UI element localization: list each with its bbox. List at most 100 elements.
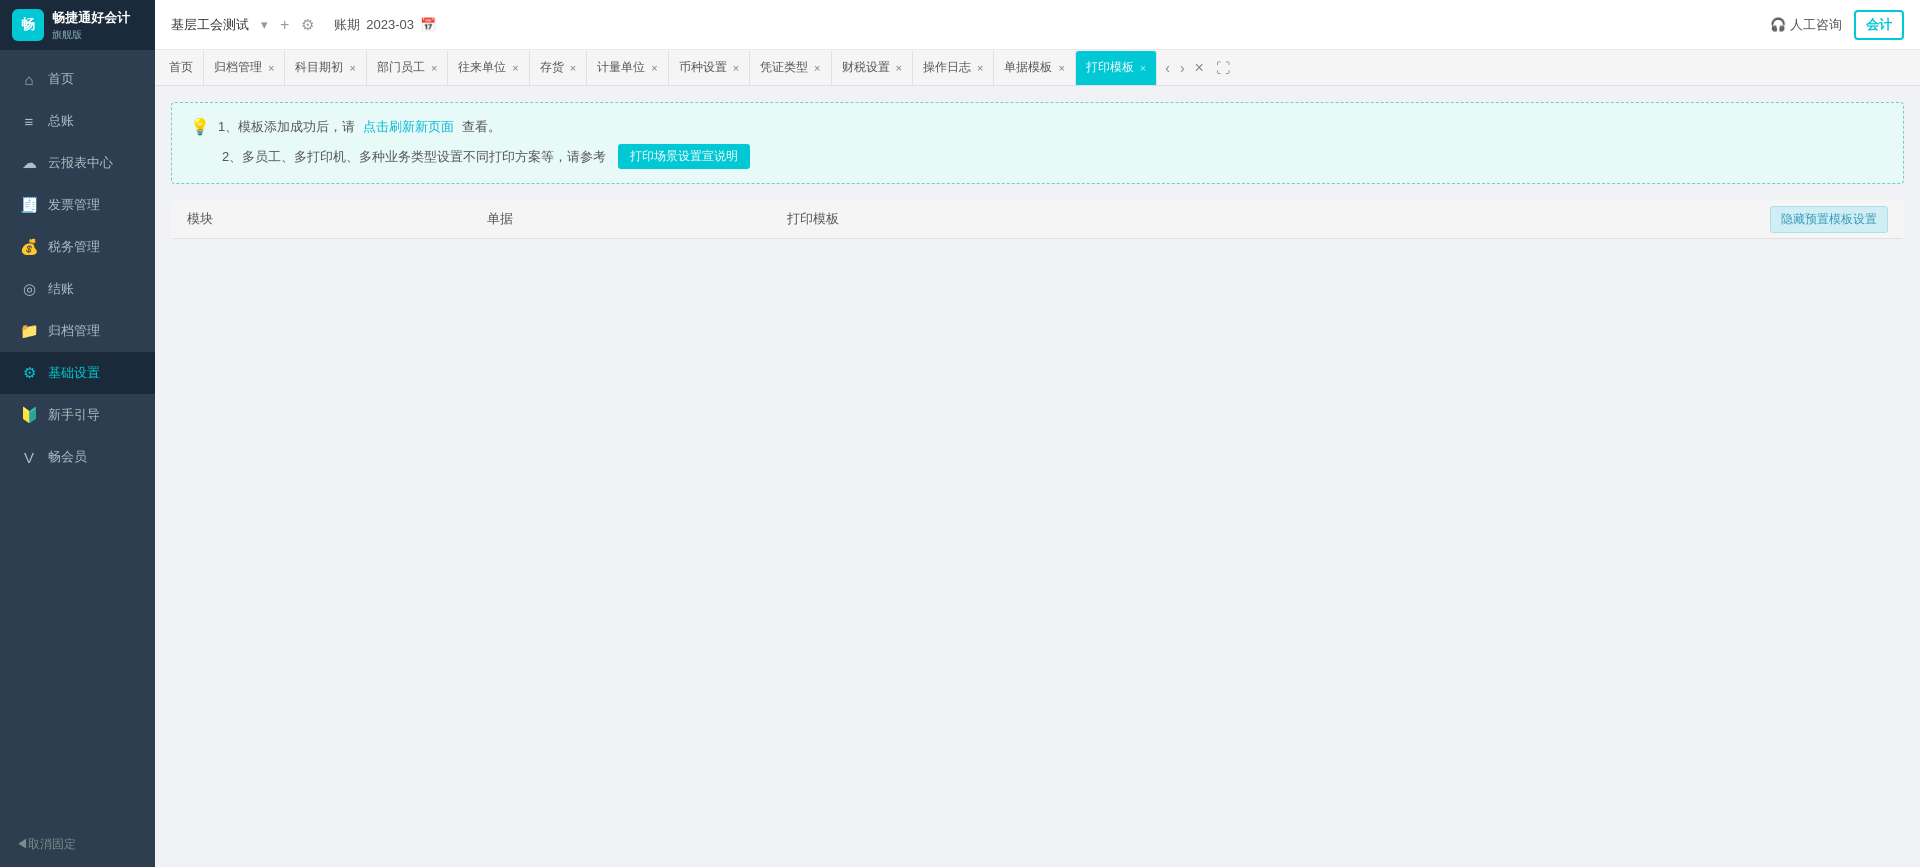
tab-close-icon[interactable]: × bbox=[896, 62, 902, 74]
tab-label: 首页 bbox=[169, 59, 193, 76]
close-all-tabs-icon[interactable]: × bbox=[1189, 57, 1210, 79]
sidebar-item-archive[interactable]: 📁 归档管理 bbox=[0, 310, 155, 352]
guide-icon: 🔰 bbox=[20, 406, 38, 424]
sidebar-item-tax[interactable]: 💰 税务管理 bbox=[0, 226, 155, 268]
tab-next-icon[interactable]: › bbox=[1176, 58, 1189, 78]
sidebar-item-guide[interactable]: 🔰 新手引导 bbox=[0, 394, 155, 436]
tab-prev-icon[interactable]: ‹ bbox=[1161, 58, 1174, 78]
tab-label: 单据模板 bbox=[1004, 59, 1052, 76]
tab-label: 存货 bbox=[540, 59, 564, 76]
sidebar-item-label: 基础设置 bbox=[48, 364, 100, 382]
tab-close-icon[interactable]: × bbox=[512, 62, 518, 74]
tax-icon: 💰 bbox=[20, 238, 38, 256]
tab-close-icon[interactable]: × bbox=[431, 62, 437, 74]
logo: 畅 畅捷通好会计 旗舰版 bbox=[0, 0, 155, 50]
kuaiji-button[interactable]: 会计 bbox=[1854, 10, 1904, 40]
logo-icon: 畅 bbox=[12, 9, 44, 41]
add-tab-button[interactable]: + bbox=[280, 16, 289, 34]
topbar: 基层工会测试 ▾ + ⚙ 账期 2023-03 📅 🎧 人工咨询 会计 bbox=[155, 0, 1920, 50]
company-dropdown-icon[interactable]: ▾ bbox=[261, 17, 268, 32]
tab-close-icon[interactable]: × bbox=[268, 62, 274, 74]
period-value: 2023-03 bbox=[366, 17, 414, 32]
content-area: 隐藏预置模板设置 💡 1、模板添加成功后，请 点击刷新新页面 查看。 2、多员工… bbox=[155, 86, 1920, 867]
close-accounts-icon: ◎ bbox=[20, 280, 38, 298]
sidebar-item-member[interactable]: V 畅会员 bbox=[0, 436, 155, 478]
tab-print-template[interactable]: 打印模板 × bbox=[1076, 51, 1157, 85]
tab-close-icon[interactable]: × bbox=[977, 62, 983, 74]
support-label: 人工咨询 bbox=[1790, 16, 1842, 34]
unpin-sidebar-button[interactable]: ◀取消固定 bbox=[0, 822, 155, 867]
tabbar: 首页 归档管理 × 科目期初 × 部门员工 × 往来单位 × 存货 × 计量单位… bbox=[155, 50, 1920, 86]
cloud-icon: ☁ bbox=[20, 154, 38, 172]
bulb-icon: 💡 bbox=[190, 117, 210, 136]
print-scene-button[interactable]: 打印场景设置宣说明 bbox=[618, 144, 750, 169]
sidebar-item-label: 总账 bbox=[48, 112, 74, 130]
support-button[interactable]: 🎧 人工咨询 bbox=[1770, 16, 1842, 34]
tab-unit[interactable]: 计量单位 × bbox=[587, 51, 668, 85]
tab-supplier[interactable]: 往来单位 × bbox=[448, 51, 529, 85]
period-label: 账期 bbox=[334, 16, 360, 34]
settings-icon: ⚙ bbox=[20, 364, 38, 382]
tab-close-icon[interactable]: × bbox=[814, 62, 820, 74]
tab-dept-employee[interactable]: 部门员工 × bbox=[367, 51, 448, 85]
logo-title: 畅捷通好会计 bbox=[52, 9, 130, 27]
tab-voucher-type[interactable]: 凭证类型 × bbox=[750, 51, 831, 85]
invoice-icon: 🧾 bbox=[20, 196, 38, 214]
sidebar-item-label: 云报表中心 bbox=[48, 154, 113, 172]
sidebar-item-label: 畅会员 bbox=[48, 448, 87, 466]
tab-close-icon[interactable]: × bbox=[349, 62, 355, 74]
tab-subject-period[interactable]: 科目期初 × bbox=[285, 51, 366, 85]
tab-close-icon[interactable]: × bbox=[651, 62, 657, 74]
col-module: 模块 bbox=[171, 200, 471, 238]
tab-label: 科目期初 bbox=[295, 59, 343, 76]
company-name: 基层工会测试 bbox=[171, 16, 249, 34]
notice-line1-suffix: 查看。 bbox=[462, 118, 501, 136]
ledger-icon: ≡ bbox=[20, 113, 38, 130]
archive-icon: 📁 bbox=[20, 322, 38, 340]
tab-archive-mgmt[interactable]: 归档管理 × bbox=[204, 51, 285, 85]
tab-inventory[interactable]: 存货 × bbox=[530, 51, 587, 85]
tab-settings-icon[interactable]: ⚙ bbox=[301, 16, 314, 34]
sidebar-item-label: 税务管理 bbox=[48, 238, 100, 256]
unpin-label: ◀取消固定 bbox=[16, 836, 76, 853]
sidebar-item-settings[interactable]: ⚙ 基础设置 bbox=[0, 352, 155, 394]
member-icon: V bbox=[20, 449, 38, 466]
calendar-icon[interactable]: 📅 bbox=[420, 17, 436, 32]
sidebar-item-label: 发票管理 bbox=[48, 196, 100, 214]
expand-icon[interactable]: ⛶ bbox=[1210, 58, 1236, 78]
tab-currency[interactable]: 币种设置 × bbox=[669, 51, 750, 85]
notice-box: 💡 1、模板添加成功后，请 点击刷新新页面 查看。 2、多员工、多打印机、多种业… bbox=[171, 102, 1904, 184]
tab-single-template[interactable]: 单据模板 × bbox=[994, 51, 1075, 85]
sidebar-item-reports[interactable]: ☁ 云报表中心 bbox=[0, 142, 155, 184]
sidebar: 畅 畅捷通好会计 旗舰版 ⌂ 首页 ≡ 总账 ☁ 云报表中心 🧾 发票管理 💰 … bbox=[0, 0, 155, 867]
tab-tax-settings[interactable]: 财税设置 × bbox=[832, 51, 913, 85]
sidebar-item-invoice[interactable]: 🧾 发票管理 bbox=[0, 184, 155, 226]
tabbar-nav: ‹ › bbox=[1161, 58, 1188, 78]
sidebar-item-label: 结账 bbox=[48, 280, 74, 298]
table-header: 模块 单据 打印模板 bbox=[171, 200, 1904, 239]
tab-label: 往来单位 bbox=[458, 59, 506, 76]
hide-preview-button[interactable]: 隐藏预置模板设置 bbox=[1770, 206, 1888, 233]
refresh-link[interactable]: 点击刷新新页面 bbox=[363, 118, 454, 136]
period-display: 账期 2023-03 📅 bbox=[334, 16, 436, 34]
sidebar-item-close[interactable]: ◎ 结账 bbox=[0, 268, 155, 310]
notice-line1-prefix: 1、模板添加成功后，请 bbox=[218, 118, 355, 136]
col-print-template: 打印模板 bbox=[771, 200, 1904, 238]
tab-home[interactable]: 首页 bbox=[159, 51, 204, 85]
tab-label: 操作日志 bbox=[923, 59, 971, 76]
notice-row-1: 💡 1、模板添加成功后，请 点击刷新新页面 查看。 bbox=[190, 117, 1885, 136]
tab-op-log[interactable]: 操作日志 × bbox=[913, 51, 994, 85]
tab-close-icon[interactable]: × bbox=[1058, 62, 1064, 74]
tab-label: 凭证类型 bbox=[760, 59, 808, 76]
tab-label: 计量单位 bbox=[597, 59, 645, 76]
sidebar-item-home[interactable]: ⌂ 首页 bbox=[0, 58, 155, 100]
tab-close-icon[interactable]: × bbox=[570, 62, 576, 74]
tab-close-icon[interactable]: × bbox=[733, 62, 739, 74]
tab-label: 币种设置 bbox=[679, 59, 727, 76]
tab-label: 打印模板 bbox=[1086, 59, 1134, 76]
tab-label: 归档管理 bbox=[214, 59, 262, 76]
tab-close-icon[interactable]: × bbox=[1140, 62, 1146, 74]
tab-label: 部门员工 bbox=[377, 59, 425, 76]
topbar-right: 🎧 人工咨询 会计 bbox=[1770, 10, 1904, 40]
sidebar-item-ledger[interactable]: ≡ 总账 bbox=[0, 100, 155, 142]
